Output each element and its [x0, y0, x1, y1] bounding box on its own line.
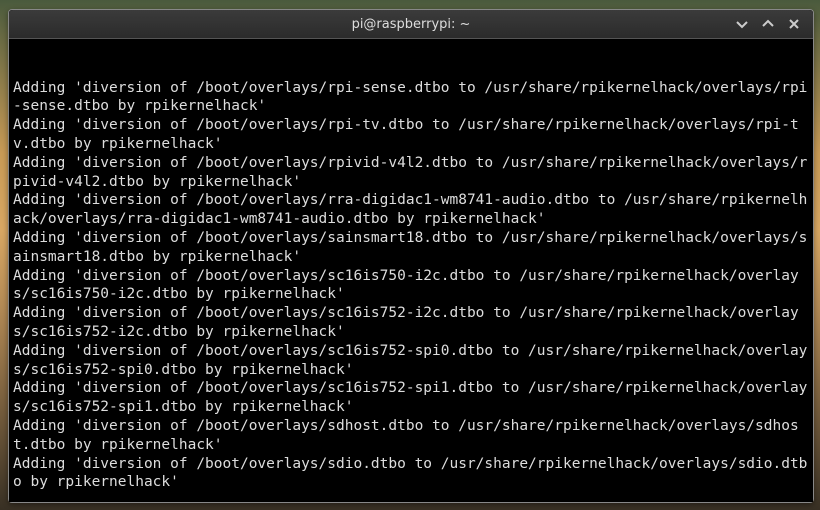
- chevron-up-icon: [762, 18, 774, 30]
- chevron-down-icon: [736, 18, 748, 30]
- terminal-output[interactable]: Adding 'diversion of /boot/overlays/rpi-…: [9, 39, 813, 502]
- window-title: pi@raspberrypi: ~: [9, 17, 813, 32]
- titlebar[interactable]: pi@raspberrypi: ~: [9, 10, 813, 39]
- minimize-button[interactable]: [733, 15, 751, 33]
- close-icon: [788, 18, 800, 30]
- close-button[interactable]: [785, 15, 803, 33]
- terminal-lines: Adding 'diversion of /boot/overlays/rpi-…: [13, 79, 809, 493]
- window-controls: [733, 10, 809, 38]
- maximize-button[interactable]: [759, 15, 777, 33]
- terminal-window: pi@raspberrypi: ~ Adding 'diversion of /…: [8, 9, 814, 503]
